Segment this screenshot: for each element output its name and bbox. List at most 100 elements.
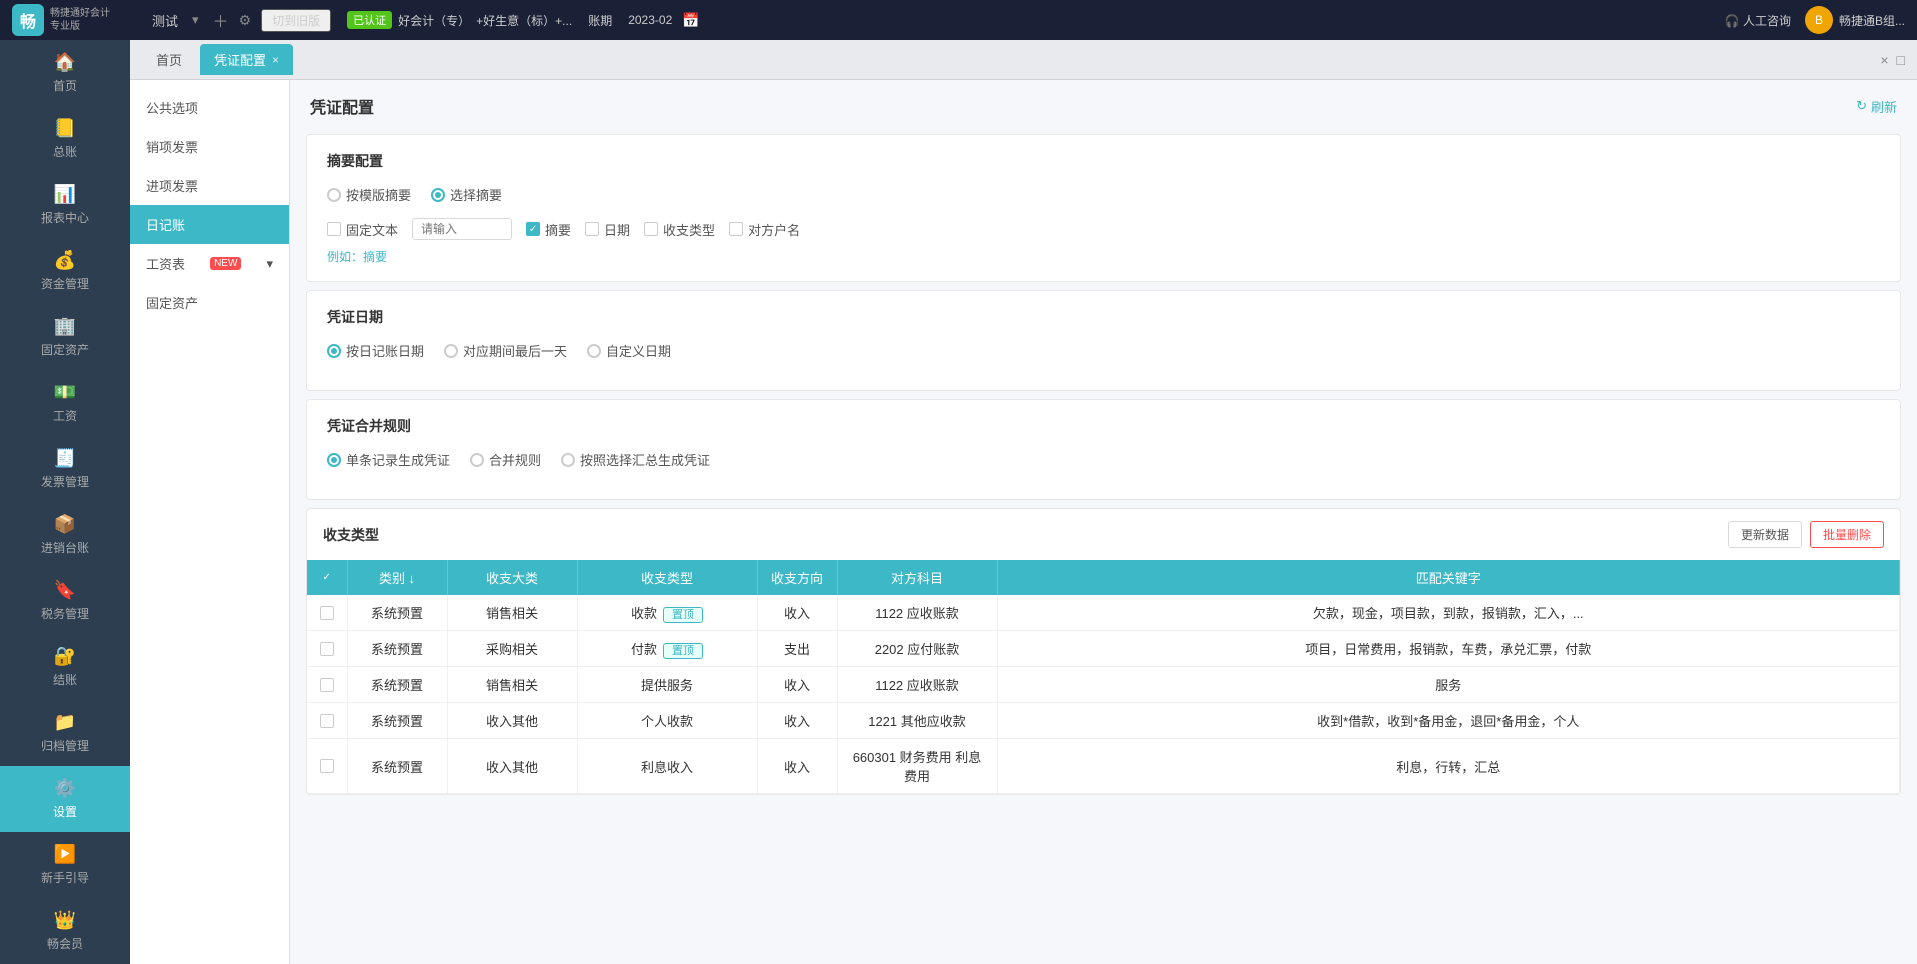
batch-delete-button[interactable]: 批量删除 [1810, 521, 1884, 548]
sidebar-item-archive[interactable]: 📁 归档管理 [0, 700, 130, 766]
nav-public[interactable]: 公共选项 [130, 88, 289, 127]
row-checkbox-cell [307, 739, 347, 794]
row-checkbox[interactable] [320, 714, 334, 728]
nav-journal[interactable]: 日记账 [130, 205, 289, 244]
radio-template[interactable]: 按模版摘要 [327, 185, 411, 204]
radio-select-label: 选择摘要 [450, 185, 502, 204]
radio-select-total-circle [561, 453, 575, 467]
sidebar-item-invoices[interactable]: 🧾 发票管理 [0, 436, 130, 502]
radio-single-label: 单条记录生成凭证 [346, 450, 450, 469]
select-all-checkbox[interactable]: ✓ [320, 571, 334, 585]
sidebar: 🏠 首页 📒 总账 📊 报表中心 💰 资金管理 🏢 固定资产 💵 工资 🧾 发票… [0, 40, 130, 964]
radio-period-label: 对应期间最后一天 [463, 341, 567, 360]
sidebar-label-settings: 设置 [53, 803, 77, 820]
accounting-badge: 好会计（专） [398, 12, 470, 29]
left-nav: 公共选项 销项发票 进项发票 日记账 工资表 NEW ▾ 固定资产 [130, 80, 290, 964]
checkbox-summary[interactable]: ✓ 摘要 [526, 220, 571, 239]
invoices-icon: 🧾 [54, 448, 76, 469]
sidebar-item-home[interactable]: 🏠 首页 [0, 40, 130, 106]
tab-home[interactable]: 首页 [142, 44, 196, 75]
sidebar-item-salary[interactable]: 💵 工资 [0, 370, 130, 436]
radio-merge[interactable]: 合并规则 [470, 450, 541, 469]
radio-select-circle [431, 188, 445, 202]
tab-voucher-config[interactable]: 凭证配置 × [200, 44, 293, 75]
sidebar-item-settings[interactable]: ⚙️ 设置 [0, 766, 130, 832]
row-checkbox[interactable] [320, 678, 334, 692]
company-name: 测试 [152, 11, 178, 30]
th-keyword: 匹配关键字 [997, 560, 1900, 595]
checkbox-counterparty-box [729, 222, 743, 236]
radio-select[interactable]: 选择摘要 [431, 185, 502, 204]
update-data-button[interactable]: 更新数据 [1728, 521, 1802, 548]
radio-journal-date[interactable]: 按日记账日期 [327, 341, 424, 360]
tab-close-icon[interactable]: × [272, 53, 279, 67]
row-checkbox[interactable] [320, 759, 334, 773]
calendar-icon[interactable]: 📅 [682, 12, 699, 29]
sidebar-label-invoices: 发票管理 [41, 473, 89, 490]
radio-custom-date[interactable]: 自定义日期 [587, 341, 671, 360]
sidebar-item-ledger[interactable]: 📒 总账 [0, 106, 130, 172]
th-checkbox: ✓ [307, 560, 347, 595]
summary-section-title: 摘要配置 [327, 151, 1880, 171]
switch-version-button[interactable]: 切到旧版 [261, 9, 331, 32]
sidebar-label-assets: 固定资产 [41, 341, 89, 358]
username: 畅捷通B组... [1839, 12, 1905, 29]
checkbox-date[interactable]: 日期 [585, 220, 630, 239]
checkbox-fixed-text[interactable]: 固定文本 [327, 220, 398, 239]
row-checkbox-cell [307, 703, 347, 739]
row-direction: 收入 [757, 703, 837, 739]
checkbox-summary-box: ✓ [526, 222, 540, 236]
row-account: 1122 应收账款 [837, 595, 997, 631]
sidebar-item-funds[interactable]: 💰 资金管理 [0, 238, 130, 304]
row-checkbox[interactable] [320, 642, 334, 656]
radio-merge-circle [470, 453, 484, 467]
nav-public-label: 公共选项 [146, 98, 198, 117]
ledger-icon: 📒 [54, 118, 76, 139]
table-row: 系统预置采购相关付款置顶支出2202 应付账款项目，日常费用，报销款，车费，承兑… [307, 631, 1900, 667]
period-value: 2023-02 [628, 13, 672, 27]
row-account: 1221 其他应收款 [837, 703, 997, 739]
window-maximize-button[interactable]: □ [1897, 52, 1905, 68]
guide-icon: ▶️ [54, 844, 76, 865]
income-expense-table: ✓ 类别 ↓ 收支大类 收支类型 收支方向 对方科目 匹配关键字 系 [307, 560, 1900, 794]
checkbox-date-box [585, 222, 599, 236]
sidebar-item-member[interactable]: 👑 畅会员 [0, 898, 130, 964]
sidebar-item-closing[interactable]: 🔐 结账 [0, 634, 130, 700]
support-button[interactable]: 🎧 人工咨询 [1725, 12, 1791, 29]
sidebar-item-assets[interactable]: 🏢 固定资产 [0, 304, 130, 370]
dropdown-arrow-icon[interactable]: ▾ [192, 12, 199, 28]
radio-period-last[interactable]: 对应期间最后一天 [444, 341, 567, 360]
nav-fixed-assets-label: 固定资产 [146, 293, 198, 312]
refresh-button[interactable]: ↻ 刷新 [1856, 97, 1897, 116]
row-major: 收入其他 [447, 703, 577, 739]
fixed-text-input[interactable] [412, 218, 512, 240]
sidebar-item-purchase[interactable]: 📦 进销台账 [0, 502, 130, 568]
type-tag[interactable]: 置顶 [663, 643, 703, 659]
checkbox-counterparty[interactable]: 对方户名 [729, 220, 800, 239]
sidebar-item-guide[interactable]: ▶️ 新手引导 [0, 832, 130, 898]
nav-fixed-assets[interactable]: 固定资产 [130, 283, 289, 322]
sidebar-label-ledger: 总账 [53, 143, 77, 160]
radio-select-total[interactable]: 按照选择汇总生成凭证 [561, 450, 710, 469]
gear-icon[interactable]: ⚙ [239, 12, 252, 29]
radio-single[interactable]: 单条记录生成凭证 [327, 450, 450, 469]
window-close-button[interactable]: × [1880, 52, 1888, 68]
row-checkbox[interactable] [320, 606, 334, 620]
sidebar-item-tax[interactable]: 🔖 税务管理 [0, 568, 130, 634]
row-account: 1122 应收账款 [837, 667, 997, 703]
checkbox-type[interactable]: 收支类型 [644, 220, 715, 239]
radio-template-circle [327, 188, 341, 202]
user-menu[interactable]: B 畅捷通B组... [1805, 6, 1905, 34]
row-major: 收入其他 [447, 739, 577, 794]
salary-icon: 💵 [54, 382, 76, 403]
nav-sales[interactable]: 销项发票 [130, 127, 289, 166]
nav-payroll[interactable]: 工资表 NEW ▾ [130, 244, 289, 283]
add-icon[interactable]: ＋ [213, 8, 229, 32]
radio-merge-label: 合并规则 [489, 450, 541, 469]
table-row: 系统预置销售相关提供服务收入1122 应收账款服务 [307, 667, 1900, 703]
type-tag[interactable]: 置顶 [663, 607, 703, 623]
sidebar-item-reports[interactable]: 📊 报表中心 [0, 172, 130, 238]
period-label: 账期 [588, 12, 612, 29]
row-keywords: 利息，行转，汇总 [997, 739, 1900, 794]
nav-purchase-inv[interactable]: 进项发票 [130, 166, 289, 205]
